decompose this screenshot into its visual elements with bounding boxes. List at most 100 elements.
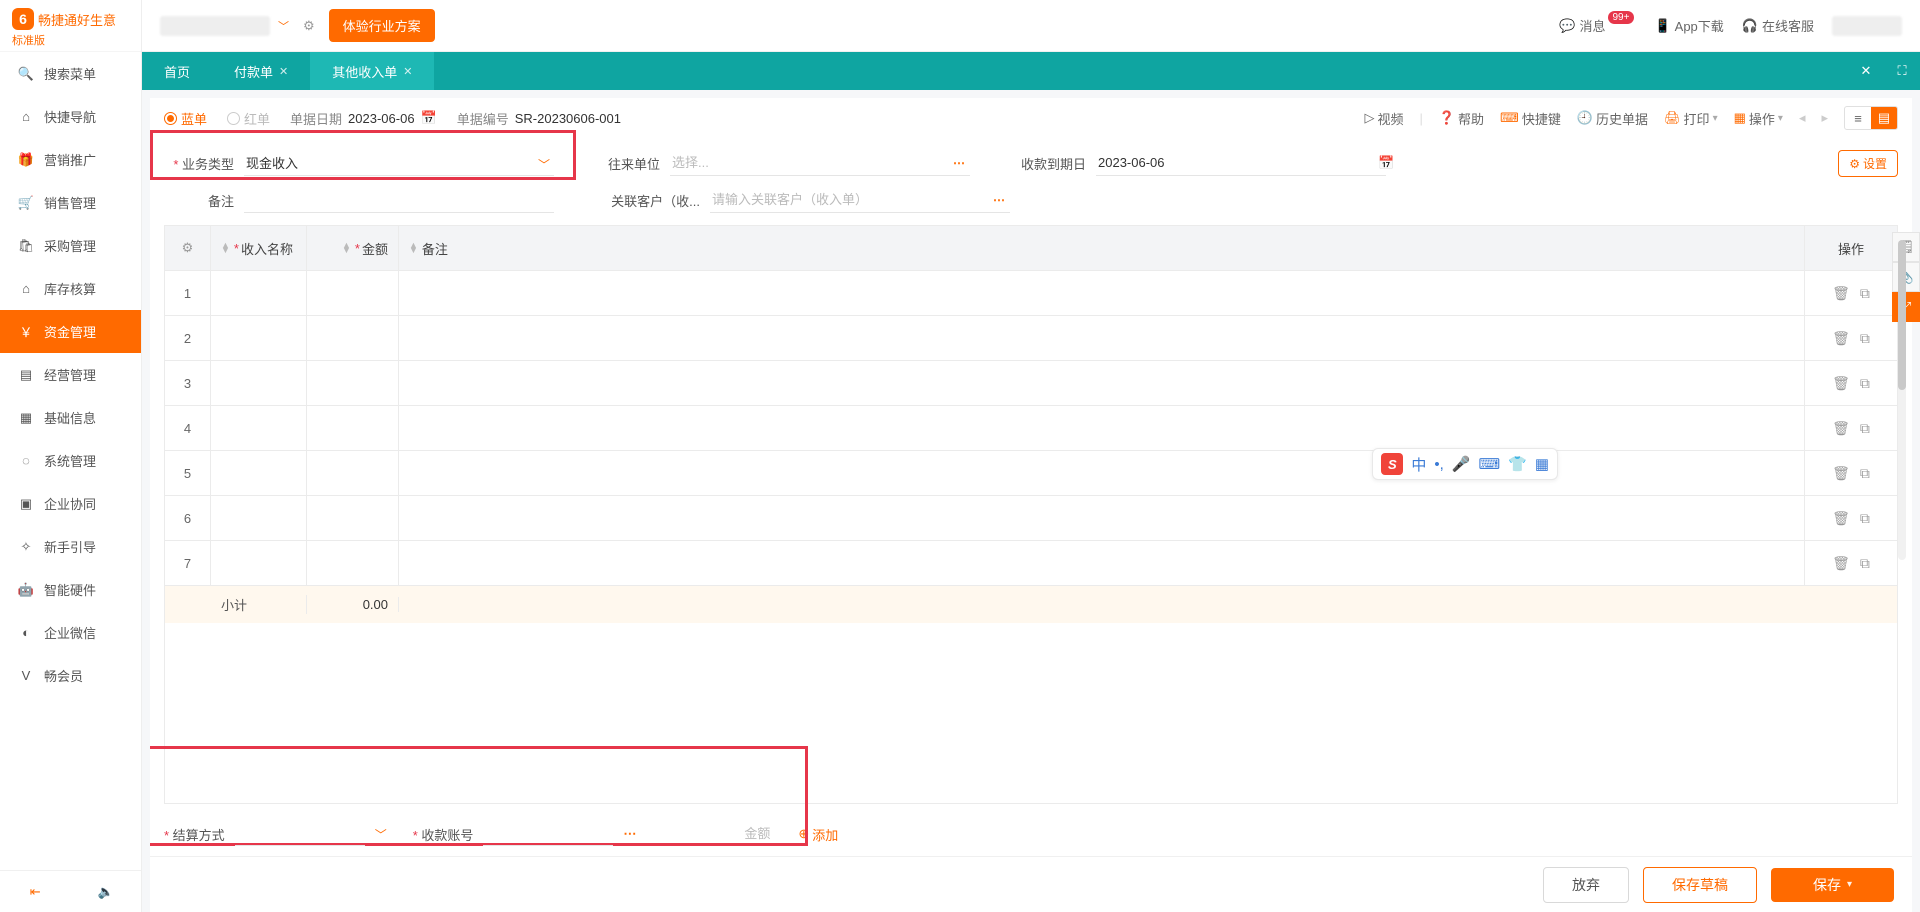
ime-skin-icon[interactable]: 👕 (1508, 455, 1527, 473)
settle-method-input[interactable] (235, 822, 365, 846)
nav-item-9[interactable]: ◌系统管理 (0, 439, 141, 482)
next-icon[interactable]: ▸ (1821, 110, 1828, 126)
table-row[interactable]: 4🗑⧉ (165, 405, 1897, 450)
help-link[interactable]: ❓帮助 (1439, 109, 1484, 128)
doc-date-value[interactable]: 2023-06-06 (348, 111, 415, 126)
table-row[interactable]: 3🗑⧉ (165, 360, 1897, 405)
scrollbar[interactable] (1898, 240, 1906, 560)
delete-icon[interactable]: 🗑 (1832, 465, 1850, 482)
messages-link[interactable]: 💬 消息 99+ (1559, 16, 1636, 35)
copy-icon[interactable]: ⧉ (1860, 465, 1870, 482)
nav-item-6[interactable]: ￥资金管理 (0, 310, 141, 353)
app-download-link[interactable]: 📱 App下载 (1654, 16, 1723, 35)
ime-punct[interactable]: •, (1434, 456, 1443, 473)
col-remark[interactable]: ▲▼备注 (399, 226, 1805, 270)
field-settle-method[interactable]: 结算方式 ﹀ (164, 822, 387, 846)
trial-button[interactable]: 体验行业方案 (329, 9, 435, 42)
radio-red[interactable]: 红单 (227, 109, 270, 128)
delete-icon[interactable]: 🗑 (1832, 375, 1850, 392)
calendar-icon[interactable]: 📅 (421, 110, 437, 126)
settle-amount-input[interactable] (662, 822, 772, 846)
table-row[interactable]: 7🗑⧉ (165, 540, 1897, 585)
copy-icon[interactable]: ⧉ (1860, 375, 1870, 392)
col-amount[interactable]: ▲▼*金额 (307, 226, 399, 270)
field-biztype[interactable]: 业务类型 ﹀ (164, 150, 554, 176)
nav-item-0[interactable]: 🔍搜索菜单 (0, 52, 141, 95)
history-link[interactable]: 🕘历史单据 (1577, 109, 1648, 128)
nav-item-10[interactable]: ▣企业协同 (0, 482, 141, 525)
ops-link[interactable]: ▦操作▾ (1734, 109, 1783, 128)
gear-icon[interactable]: ⚙ (303, 18, 315, 34)
delete-icon[interactable]: 🗑 (1832, 285, 1850, 302)
delete-icon[interactable]: 🗑 (1832, 330, 1850, 347)
list-view-icon[interactable]: ≡ (1845, 107, 1871, 129)
tab-fullscreen-icon[interactable]: ⛶ (1884, 52, 1920, 90)
field-unit[interactable]: 往来单位 ⋯ (590, 150, 970, 176)
field-remark[interactable]: 备注 (164, 187, 554, 213)
org-selector[interactable]: ﹀ (160, 16, 289, 36)
more-icon[interactable]: ⋯ (993, 193, 1006, 207)
nav-item-13[interactable]: ◐企业微信 (0, 611, 141, 654)
sidebar-collapse-icon[interactable]: ⇤ (23, 880, 47, 904)
attach-icon[interactable]: 📎 (1892, 262, 1920, 292)
delete-icon[interactable]: 🗑 (1832, 555, 1850, 572)
chevron-down-icon[interactable]: ﹀ (538, 156, 550, 173)
calendar-icon[interactable]: 📅 (1378, 155, 1394, 171)
ime-toolbox-icon[interactable]: ▦ (1535, 455, 1549, 473)
table-row[interactable]: 6🗑⧉ (165, 495, 1897, 540)
sidebar-sound-icon[interactable]: 🔈 (94, 880, 118, 904)
radio-blue[interactable]: 蓝单 (164, 109, 207, 128)
delete-icon[interactable]: 🗑 (1832, 420, 1850, 437)
tab-1[interactable]: 付款单✕ (212, 52, 310, 90)
prev-icon[interactable]: ◂ (1799, 110, 1806, 126)
tab-0[interactable]: 首页 (142, 52, 212, 90)
more-icon[interactable]: ⋯ (623, 826, 636, 842)
save-draft-button[interactable]: 保存草稿 (1643, 867, 1757, 903)
copy-icon[interactable]: ⧉ (1860, 555, 1870, 572)
table-row[interactable]: 1🗑⧉ (165, 270, 1897, 315)
due-input[interactable] (1096, 150, 1386, 176)
col-gear[interactable]: ⚙ (165, 226, 211, 270)
more-icon[interactable]: ⋯ (953, 156, 966, 170)
nav-item-11[interactable]: ✧新手引导 (0, 525, 141, 568)
nav-item-5[interactable]: ⌂库存核算 (0, 267, 141, 310)
view-toggle[interactable]: ≡ ▤ (1844, 106, 1898, 130)
add-settlement-button[interactable]: ⊕添加 (798, 825, 838, 844)
settings-button[interactable]: ⚙设置 (1838, 150, 1898, 177)
unit-input[interactable] (670, 150, 970, 176)
nav-item-4[interactable]: 🛍采购管理 (0, 224, 141, 267)
close-icon[interactable]: ✕ (403, 65, 412, 78)
field-account[interactable]: 收款账号 ⋯ (413, 822, 637, 846)
save-button[interactable]: 保存▾ (1771, 868, 1894, 902)
ime-mic-icon[interactable]: 🎤 (1452, 455, 1471, 473)
table-row[interactable]: 2🗑⧉ (165, 315, 1897, 360)
nav-item-1[interactable]: ⌂快捷导航 (0, 95, 141, 138)
chevron-down-icon[interactable]: ﹀ (375, 826, 387, 843)
close-icon[interactable]: ✕ (279, 65, 288, 78)
ime-keyboard-icon[interactable]: ⌨ (1478, 455, 1500, 473)
customer-input[interactable] (710, 187, 1010, 213)
nav-item-12[interactable]: 🤖智能硬件 (0, 568, 141, 611)
customer-service-link[interactable]: 🎧 在线客服 (1742, 16, 1814, 35)
note-icon[interactable]: 🗒 (1892, 232, 1920, 262)
col-name[interactable]: ▲▼*收入名称 (211, 226, 307, 270)
field-customer[interactable]: 关联客户（收... ⋯ (590, 187, 1010, 213)
table-row[interactable]: 5🗑⧉ (165, 450, 1897, 495)
tab-close-all-icon[interactable]: ✕ (1848, 52, 1884, 90)
form-view-icon[interactable]: ▤ (1871, 107, 1897, 129)
remark-input[interactable] (244, 187, 554, 213)
user-avatar[interactable] (1832, 16, 1902, 36)
discard-button[interactable]: 放弃 (1543, 867, 1629, 903)
copy-icon[interactable]: ⧉ (1860, 510, 1870, 527)
shortcut-link[interactable]: ⌨快捷键 (1500, 109, 1561, 128)
print-link[interactable]: 🖨打印▾ (1664, 109, 1718, 128)
ime-toolbar[interactable]: S 中 •, 🎤 ⌨ 👕 ▦ (1372, 448, 1558, 480)
field-due[interactable]: 收款到期日 📅 (1006, 150, 1394, 176)
video-link[interactable]: ▷视频 (1364, 109, 1403, 128)
nav-item-2[interactable]: 🎁营销推广 (0, 138, 141, 181)
tab-2[interactable]: 其他收入单✕ (310, 52, 434, 90)
nav-item-8[interactable]: ▦基础信息 (0, 396, 141, 439)
account-input[interactable] (483, 822, 613, 846)
copy-icon[interactable]: ⧉ (1860, 285, 1870, 302)
nav-item-3[interactable]: 🛒销售管理 (0, 181, 141, 224)
